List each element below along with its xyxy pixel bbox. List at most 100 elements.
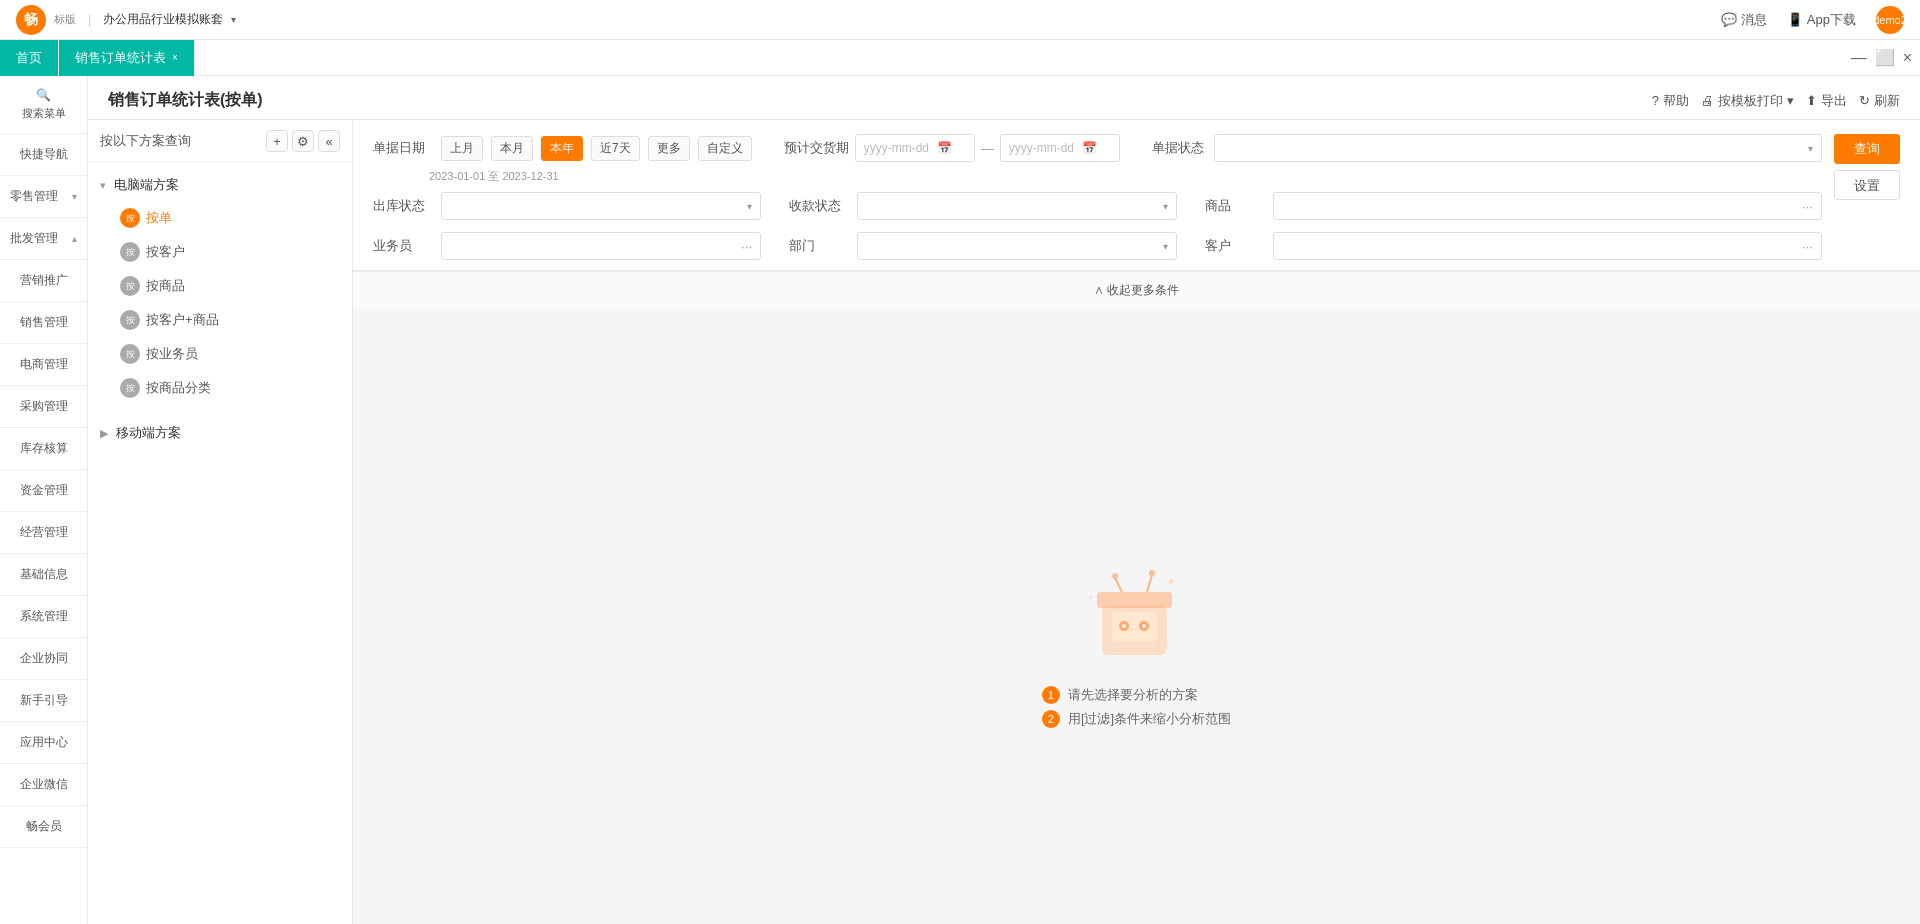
- left-panel-header: 按以下方案查询 + ⚙ «: [88, 120, 352, 163]
- goods-select[interactable]: ···: [1273, 192, 1822, 220]
- tree-parent-mobile[interactable]: ▶ 移动端方案: [88, 417, 352, 449]
- sidebar-search-label: 搜索菜单: [22, 106, 66, 121]
- tree-icon-by-customer-goods: 按: [120, 310, 140, 330]
- add-scheme-btn[interactable]: +: [266, 130, 288, 152]
- tab-close-icon[interactable]: ×: [172, 52, 178, 63]
- salesperson-select[interactable]: ···: [441, 232, 761, 260]
- date-range-display: 2023-01-01 至 2023-12-31: [429, 168, 1822, 184]
- template-print-btn[interactable]: 🖨 按模板打印 ▾: [1701, 92, 1794, 110]
- date-btn-more[interactable]: 更多: [648, 136, 690, 161]
- date-btn-this-year[interactable]: 本年: [541, 136, 583, 161]
- collection-status-label: 收款状态: [789, 197, 845, 215]
- tree-child-by-goods-category[interactable]: 按 按商品分类: [88, 371, 352, 405]
- sidebar-wholesale-label: 批发管理: [10, 230, 58, 247]
- content-area: 销售订单统计表(按单) ? 帮助 🖨 按模板打印 ▾ ⬆ 导出 ↻ 刷新: [88, 76, 1920, 924]
- delivery-status-select[interactable]: ▾: [441, 192, 761, 220]
- tree-child-by-customer[interactable]: 按 按客户: [88, 235, 352, 269]
- sidebar-purchase[interactable]: 采购管理: [0, 386, 87, 428]
- refresh-btn[interactable]: ↻ 刷新: [1859, 92, 1900, 110]
- empty-tip-2: 2 用[过滤]条件来缩小分析范围: [1042, 710, 1231, 728]
- date-btn-custom[interactable]: 自定义: [698, 136, 752, 161]
- sidebar-finance[interactable]: 资金管理: [0, 470, 87, 512]
- help-icon: ?: [1652, 93, 1659, 108]
- empty-state: ✦ ✦ 1 请先选择要分析的方案 2: [353, 309, 1920, 924]
- content-inner: 按以下方案查询 + ⚙ « ▾: [88, 120, 1920, 924]
- sidebar-enterprise-wechat[interactable]: 企业微信: [0, 764, 87, 806]
- settings-scheme-btn[interactable]: ⚙: [292, 130, 314, 152]
- tree-child-by-goods[interactable]: 按 按商品: [88, 269, 352, 303]
- goods-more-icon[interactable]: ···: [1802, 199, 1813, 214]
- app-download-btn[interactable]: 📱 App下载: [1787, 11, 1856, 29]
- sidebar-inventory[interactable]: 库存核算: [0, 428, 87, 470]
- tree-child-by-customer-goods[interactable]: 按 按客户+商品: [88, 303, 352, 337]
- sidebar-wholesale-mgmt[interactable]: 批发管理 ▴: [0, 218, 87, 260]
- filter-row-1: 单据日期 上月 本月 本年: [373, 134, 1822, 162]
- window-minimize-icon[interactable]: —: [1851, 49, 1867, 67]
- tree-parent-pc-label: 电脑端方案: [114, 176, 179, 194]
- bill-date-label: 单据日期: [373, 139, 429, 157]
- tab-home[interactable]: 首页: [0, 40, 59, 76]
- collapse-left-btn[interactable]: «: [318, 130, 340, 152]
- sidebar-new-guide[interactable]: 新手引导: [0, 680, 87, 722]
- sidebar-app-center[interactable]: 应用中心: [0, 722, 87, 764]
- sidebar-quick-nav[interactable]: 快捷导航: [0, 134, 87, 176]
- collection-status-select[interactable]: ▾: [857, 192, 1177, 220]
- tab-sales-order-stat[interactable]: 销售订单统计表 ×: [59, 40, 195, 76]
- window-close-icon[interactable]: ×: [1903, 49, 1912, 67]
- sidebar-finance-label: 资金管理: [20, 482, 68, 499]
- date-start-placeholder: yyyy-mm-dd: [864, 141, 929, 155]
- sidebar-vip-member[interactable]: 畅会员: [0, 806, 87, 848]
- sidebar-ecommerce-label: 电商管理: [20, 356, 68, 373]
- settings-button[interactable]: 设置: [1834, 170, 1900, 200]
- sidebar-marketing-label: 营销推广: [20, 272, 68, 289]
- plus-icon: +: [273, 134, 281, 149]
- bill-status-arrow-icon: ▾: [1808, 143, 1813, 154]
- sidebar-retail-mgmt[interactable]: 零售管理 ▾: [0, 176, 87, 218]
- export-icon: ⬆: [1806, 93, 1817, 108]
- help-btn[interactable]: ? 帮助: [1652, 92, 1689, 110]
- filter-actions-col: 查询 设置: [1834, 134, 1900, 200]
- expected-delivery-start-input[interactable]: yyyy-mm-dd 📅: [855, 134, 975, 162]
- sidebar-ecommerce[interactable]: 电商管理: [0, 344, 87, 386]
- sidebar-search-menu[interactable]: 🔍 搜索菜单: [0, 76, 87, 134]
- query-button[interactable]: 查询: [1834, 134, 1900, 164]
- tree-parent-pc[interactable]: ▾ 电脑端方案: [88, 169, 352, 201]
- sidebar: 🔍 搜索菜单 快捷导航 零售管理 ▾ 批发管理 ▴ 营销推广 销售管理 电商管理…: [0, 76, 88, 924]
- dropdown-arrow-icon[interactable]: ▾: [231, 14, 236, 25]
- sidebar-vip-label: 畅会员: [26, 818, 62, 835]
- user-menu[interactable]: demo2: [1876, 6, 1904, 34]
- export-btn[interactable]: ⬆ 导出: [1806, 92, 1847, 110]
- bill-status-select[interactable]: ▾: [1214, 134, 1822, 162]
- sidebar-sales-mgmt[interactable]: 销售管理: [0, 302, 87, 344]
- sidebar-marketing[interactable]: 营销推广: [0, 260, 87, 302]
- sidebar-purchase-label: 采购管理: [20, 398, 68, 415]
- main-layout: 🔍 搜索菜单 快捷导航 零售管理 ▾ 批发管理 ▴ 营销推广 销售管理 电商管理…: [0, 76, 1920, 924]
- date-btn-last-month[interactable]: 上月: [441, 136, 483, 161]
- customer-more-icon[interactable]: ···: [1802, 239, 1813, 254]
- refresh-icon: ↻: [1859, 93, 1870, 108]
- right-filter: 单据日期 上月 本月 本年: [353, 120, 1920, 271]
- sidebar-sales-label: 销售管理: [20, 314, 68, 331]
- collapse-bar[interactable]: ∧ 收起更多条件: [353, 271, 1920, 309]
- svg-rect-2: [1112, 612, 1157, 642]
- salesperson-more-icon[interactable]: ···: [741, 239, 752, 254]
- tree-child-by-order[interactable]: 按 按单: [88, 201, 352, 235]
- date-btn-last-7days[interactable]: 近7天: [591, 136, 640, 161]
- department-select[interactable]: ▾: [857, 232, 1177, 260]
- sidebar-enterprise-collab[interactable]: 企业协同: [0, 638, 87, 680]
- customer-select[interactable]: ···: [1273, 232, 1822, 260]
- date-btn-this-month[interactable]: 本月: [491, 136, 533, 161]
- right-panel: 单据日期 上月 本月 本年: [353, 120, 1920, 924]
- sidebar-operations[interactable]: 经营管理: [0, 512, 87, 554]
- gear-icon: ⚙: [297, 134, 309, 149]
- customer-label: 客户: [1205, 237, 1261, 255]
- salesperson-label: 业务员: [373, 237, 429, 255]
- window-restore-icon[interactable]: ⬜: [1875, 48, 1895, 67]
- expected-delivery-end-input[interactable]: yyyy-mm-dd 📅: [1000, 134, 1120, 162]
- message-btn[interactable]: 💬 消息: [1721, 11, 1767, 29]
- sidebar-system-mgmt[interactable]: 系统管理: [0, 596, 87, 638]
- tree-section-pc: ▾ 电脑端方案 按 按单 按 按客户: [88, 163, 352, 411]
- dropdown-title[interactable]: 办公用品行业模拟账套: [103, 11, 223, 28]
- sidebar-basic-info[interactable]: 基础信息: [0, 554, 87, 596]
- tree-child-by-salesperson[interactable]: 按 按业务员: [88, 337, 352, 371]
